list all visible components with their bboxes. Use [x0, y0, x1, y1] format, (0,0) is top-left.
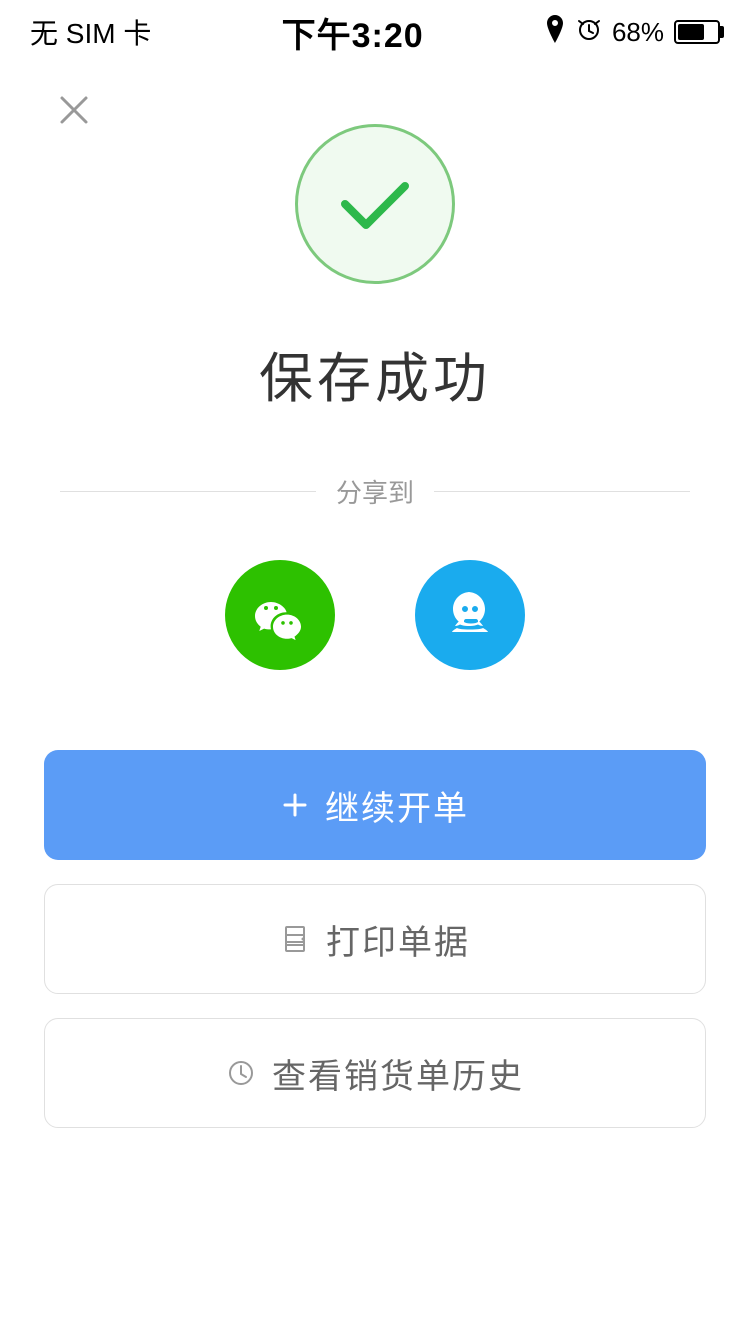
qq-share-button[interactable]: [415, 560, 525, 670]
plus-icon: [281, 791, 309, 819]
action-buttons: 继续开单 打印单据 查看销货单历史: [0, 750, 750, 1128]
print-button[interactable]: 打印单据: [44, 884, 706, 994]
status-right: 68%: [544, 15, 720, 50]
location-icon: [544, 15, 566, 50]
share-icons: [225, 560, 525, 670]
battery-icon: [674, 20, 720, 44]
status-time: 下午3:20: [282, 8, 424, 57]
battery-percent: 68%: [612, 17, 664, 48]
wechat-icon: [247, 582, 313, 648]
carrier-text: 无 SIM 卡: [30, 12, 151, 52]
continue-button[interactable]: 继续开单: [44, 750, 706, 860]
divider-line-right: [434, 491, 690, 492]
divider-line-left: [60, 491, 316, 492]
divider-text: 分享到: [316, 473, 434, 510]
print-label: 打印单据: [326, 915, 470, 964]
close-button[interactable]: [44, 80, 104, 140]
printer-icon: [280, 924, 310, 954]
wechat-share-button[interactable]: [225, 560, 335, 670]
history-button[interactable]: 查看销货单历史: [44, 1018, 706, 1128]
continue-label: 继续开单: [325, 781, 469, 830]
history-label: 查看销货单历史: [272, 1049, 524, 1098]
qq-icon: [437, 582, 503, 648]
status-left: 无 SIM 卡: [30, 12, 161, 52]
clock-icon: [226, 1058, 256, 1088]
success-title: 保存成功: [259, 334, 491, 413]
check-icon: [330, 159, 420, 249]
alarm-icon: [576, 15, 602, 50]
main-content: 保存成功 分享到: [0, 64, 750, 1128]
success-circle: [295, 124, 455, 284]
share-divider: 分享到: [0, 473, 750, 510]
status-bar: 无 SIM 卡 下午3:20 68%: [0, 0, 750, 64]
